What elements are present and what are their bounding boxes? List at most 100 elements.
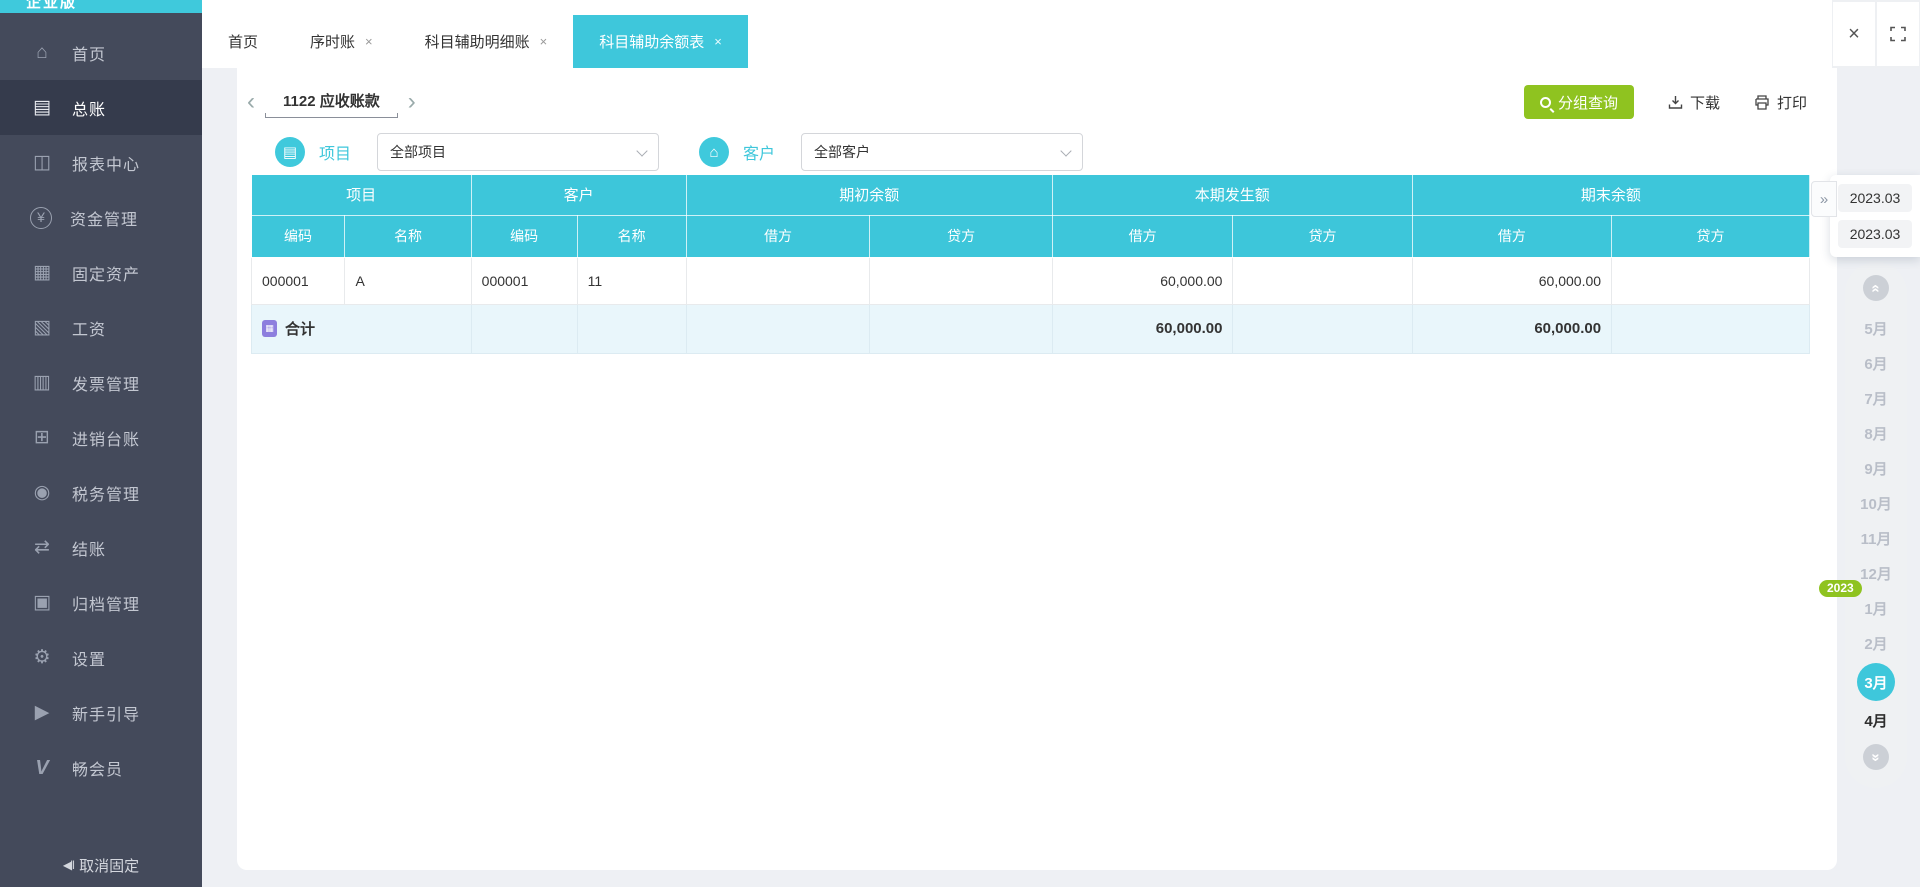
printer-icon <box>1755 94 1769 110</box>
collapse-icon: ◀‖ <box>62 858 75 872</box>
col-header: 编码 <box>471 215 578 258</box>
sidebar-item-invoice[interactable]: ▥ 发票管理 <box>0 355 202 410</box>
tab-home[interactable]: 首页 <box>202 15 284 68</box>
project-icon: ▤ <box>275 137 305 167</box>
chevron-down-icon <box>636 145 648 157</box>
cell-customer-name: 11 <box>576 256 687 305</box>
sidebar-item-label: 总账 <box>72 101 107 119</box>
cell-ending-credit <box>1611 256 1810 305</box>
col-group-ending-balance: 期末余额 <box>1412 175 1811 216</box>
sidebar-item-report-center[interactable]: ◫ 报表中心 <box>0 135 202 190</box>
sidebar-item-membership[interactable]: V 畅会员 <box>0 740 202 795</box>
col-header: 编码 <box>251 215 346 258</box>
sidebar-item-closing[interactable]: ⇄ 结账 <box>0 520 202 575</box>
col-group-project: 项目 <box>251 175 472 216</box>
period-entry[interactable]: 2023.03 <box>1838 220 1912 248</box>
project-select-value: 全部项目 <box>390 144 447 160</box>
period-entry[interactable]: 2023.03 <box>1838 184 1912 212</box>
sidebar-item-fixed-assets[interactable]: ▦ 固定资产 <box>0 245 202 300</box>
expand-columns-button[interactable]: » <box>1811 181 1837 217</box>
fullscreen-icon <box>1890 26 1906 42</box>
month-item-3-selected[interactable]: 3月 <box>1857 663 1895 701</box>
print-button[interactable]: 打印 <box>1754 92 1807 113</box>
month-item-6[interactable]: 6月 <box>1864 346 1887 381</box>
ledger-icon: ▤ <box>33 96 51 118</box>
close-tab-icon[interactable]: × <box>540 34 548 49</box>
month-item-4[interactable]: 4月 <box>1864 703 1887 738</box>
report-toolbar: ‹ 1122 应收账款 › 分组查询 下载 打印 <box>237 82 1837 122</box>
close-all-button[interactable]: × <box>1833 2 1875 66</box>
scroll-down-button[interactable]: » <box>1863 744 1889 770</box>
prev-account-button[interactable]: ‹ <box>237 87 265 117</box>
close-icon: × <box>1848 22 1860 45</box>
sidebar-item-general-ledger[interactable]: ▤ 总账 <box>0 80 202 135</box>
cell-project-name: A <box>344 256 472 305</box>
cell-project-code: 000001 <box>250 256 346 305</box>
account-title: 1122 应收账款 <box>265 86 398 118</box>
home-icon: ⌂ <box>36 41 48 63</box>
sidebar-item-funds[interactable]: ¥ 资金管理 <box>0 190 202 245</box>
month-item-9[interactable]: 9月 <box>1864 451 1887 486</box>
month-item-10[interactable]: 10月 <box>1860 486 1892 521</box>
month-item-12[interactable]: 12月 <box>1860 556 1892 591</box>
search-icon <box>1539 96 1551 108</box>
month-item-8[interactable]: 8月 <box>1864 416 1887 451</box>
balance-table: 项目 客户 期初余额 本期发生额 期末余额 编码 名称 编码 名称 借方 贷方 … <box>250 175 1811 354</box>
close-tab-icon[interactable]: × <box>714 34 722 49</box>
sidebar-item-label: 固定资产 <box>72 266 141 284</box>
purchase-sales-icon: ⊞ <box>34 426 50 448</box>
download-button[interactable]: 下载 <box>1668 92 1720 113</box>
sidebar-item-payroll[interactable]: ▧ 工资 <box>0 300 202 355</box>
summary-icon: ▦ <box>262 320 277 337</box>
table-row[interactable]: 000001 A 000001 11 60,000.00 60,000.00 <box>250 256 1810 305</box>
sidebar-item-guide[interactable]: ▶ 新手引导 <box>0 685 202 740</box>
cell-ending-debit: 60,000.00 <box>1411 256 1613 305</box>
close-tab-icon[interactable]: × <box>365 34 373 49</box>
col-header: 名称 <box>344 215 472 258</box>
tab-journal[interactable]: 序时账 × <box>284 15 399 68</box>
scroll-up-button[interactable]: « <box>1863 275 1889 301</box>
tab-aux-detail-ledger[interactable]: 科目辅助明细账 × <box>399 15 574 68</box>
col-group-customer: 客户 <box>471 175 687 216</box>
fullscreen-button[interactable] <box>1877 2 1919 66</box>
month-item-2[interactable]: 2月 <box>1864 626 1887 661</box>
total-ending-debit: 60,000.00 <box>1411 303 1613 354</box>
building-icon: ▦ <box>33 261 51 283</box>
report-icon: ◫ <box>33 151 51 173</box>
tax-icon: ◉ <box>33 481 51 503</box>
group-query-button[interactable]: 分组查询 <box>1523 85 1634 119</box>
month-item-1[interactable]: 1月 <box>1864 591 1887 626</box>
sidebar-item-label: 税务管理 <box>72 486 141 504</box>
col-group-opening-balance: 期初余额 <box>686 175 1053 216</box>
sidebar-item-label: 资金管理 <box>70 211 139 229</box>
cell-customer-code <box>470 303 578 354</box>
cell-customer-name <box>576 303 687 354</box>
total-opening-debit <box>685 303 871 354</box>
sidebar-item-settings[interactable]: ⚙ 设置 <box>0 630 202 685</box>
sidebar-item-label: 首页 <box>72 46 107 64</box>
total-row: ▦ 合计 60,000.00 60,000.00 <box>251 303 1810 354</box>
sidebar-item-purchase-sales[interactable]: ⊞ 进销台账 <box>0 410 202 465</box>
sidebar-item-label: 畅会员 <box>72 761 124 779</box>
next-account-button[interactable]: › <box>398 87 426 117</box>
sidebar-item-home[interactable]: ⌂ 首页 <box>0 25 202 80</box>
tab-aux-balance-sheet[interactable]: 科目辅助余额表 × <box>573 15 748 68</box>
cell-period-debit: 60,000.00 <box>1051 256 1234 305</box>
cell-period-credit <box>1232 256 1413 305</box>
month-item-5[interactable]: 5月 <box>1864 311 1887 346</box>
sidebar-item-archive[interactable]: ▣ 归档管理 <box>0 575 202 630</box>
month-item-7[interactable]: 7月 <box>1864 381 1887 416</box>
total-label: 合计 <box>285 321 316 338</box>
year-badge: 2023 <box>1819 580 1862 597</box>
cell-opening-credit <box>869 256 1053 305</box>
archive-icon: ▣ <box>33 591 51 613</box>
month-item-11[interactable]: 11月 <box>1861 521 1892 556</box>
unpin-sidebar-button[interactable]: ◀‖ 取消固定 <box>0 843 202 887</box>
customer-select-value: 全部客户 <box>814 144 871 160</box>
sidebar-item-tax[interactable]: ◉ 税务管理 <box>0 465 202 520</box>
project-select[interactable]: 全部项目 <box>377 133 660 171</box>
sidebar-item-label: 工资 <box>72 321 107 339</box>
col-header: 贷方 <box>1232 215 1413 258</box>
col-header: 借方 <box>1052 215 1234 258</box>
customer-select[interactable]: 全部客户 <box>801 133 1084 171</box>
